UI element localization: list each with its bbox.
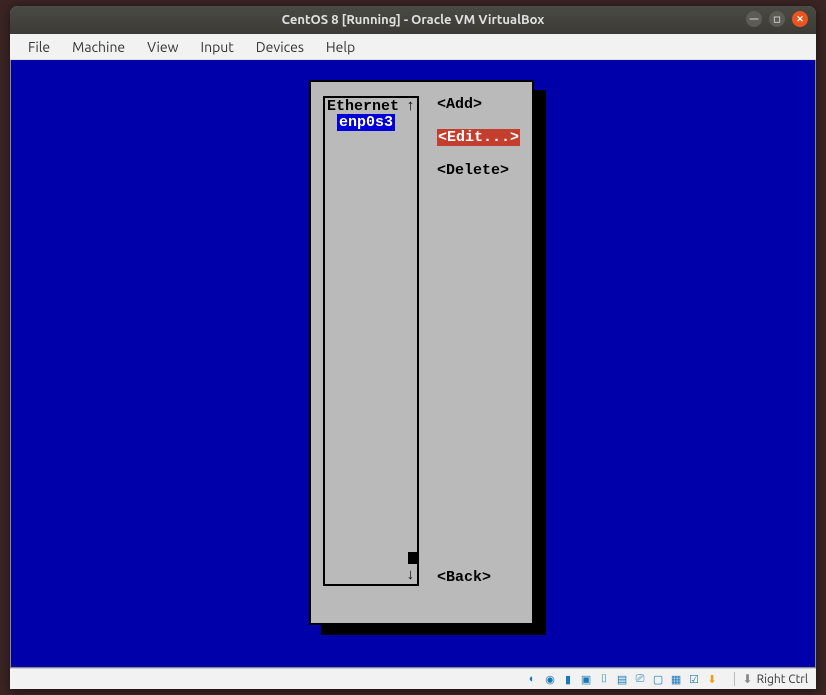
window-title: CentOS 8 [Running] - Oracle VM VirtualBo… [282,13,545,27]
audio-icon[interactable]: ▮ [561,672,576,686]
nmtui-dialog: Ethernet ↑ enp0s3 ↓ <Add> <Edit...> [309,80,534,625]
mouse-integration-icon[interactable]: ☑ [687,672,702,686]
scroll-up-icon[interactable]: ↑ [406,98,415,115]
dialog-buttons: <Add> <Edit...> <Delete> <Back> [437,96,520,586]
usb-icon[interactable]: ⌷ [597,672,612,686]
network-icon[interactable]: ▣ [579,672,594,686]
statusbar: ◐ ◉ ▮ ▣ ⌷ ▤ ⎚ ▢ ▦ ☑ ⬇ ⬇ Right Ctrl [10,668,816,689]
keyboard-icon[interactable]: ⬇ [705,672,720,686]
menu-input[interactable]: Input [191,36,244,58]
edit-button[interactable]: <Edit...> [437,129,520,146]
list-item[interactable]: enp0s3 [337,114,395,131]
optical-disk-icon[interactable]: ◉ [543,672,558,686]
minimize-button[interactable]: — [746,11,762,27]
add-button[interactable]: <Add> [437,96,520,113]
virtualbox-window: CentOS 8 [Running] - Oracle VM VirtualBo… [10,6,816,689]
vboxvm-icon[interactable]: ▦ [669,672,684,686]
shared-folders-icon[interactable]: ▤ [615,672,630,686]
menu-help[interactable]: Help [316,36,365,58]
connection-list[interactable]: Ethernet ↑ enp0s3 ↓ [323,96,419,586]
menu-file[interactable]: File [18,36,60,58]
host-key-label: Right Ctrl [757,673,808,686]
recording-icon[interactable]: ▢ [651,672,666,686]
scroll-down-icon[interactable]: ↓ [406,567,415,584]
menu-machine[interactable]: Machine [62,36,135,58]
delete-button[interactable]: <Delete> [437,162,520,179]
back-button[interactable]: <Back> [437,569,520,586]
vm-screen[interactable]: Ethernet ↑ enp0s3 ↓ <Add> <Edit...> [10,60,816,668]
menubar: File Machine View Input Devices Help [10,34,816,60]
menu-view[interactable]: View [137,36,188,58]
window-controls: — ◻ ✕ [746,11,808,27]
maximize-button[interactable]: ◻ [769,11,785,27]
close-button[interactable]: ✕ [792,11,808,27]
display-icon[interactable]: ⎚ [633,672,648,686]
scroll-thumb[interactable] [408,552,418,564]
host-key-indicator[interactable]: ⬇ Right Ctrl [743,672,808,686]
separator [734,672,735,686]
menu-devices[interactable]: Devices [246,36,314,58]
list-header: Ethernet [327,98,399,115]
hard-disk-icon[interactable]: ◐ [525,672,540,686]
titlebar[interactable]: CentOS 8 [Running] - Oracle VM VirtualBo… [10,6,816,34]
